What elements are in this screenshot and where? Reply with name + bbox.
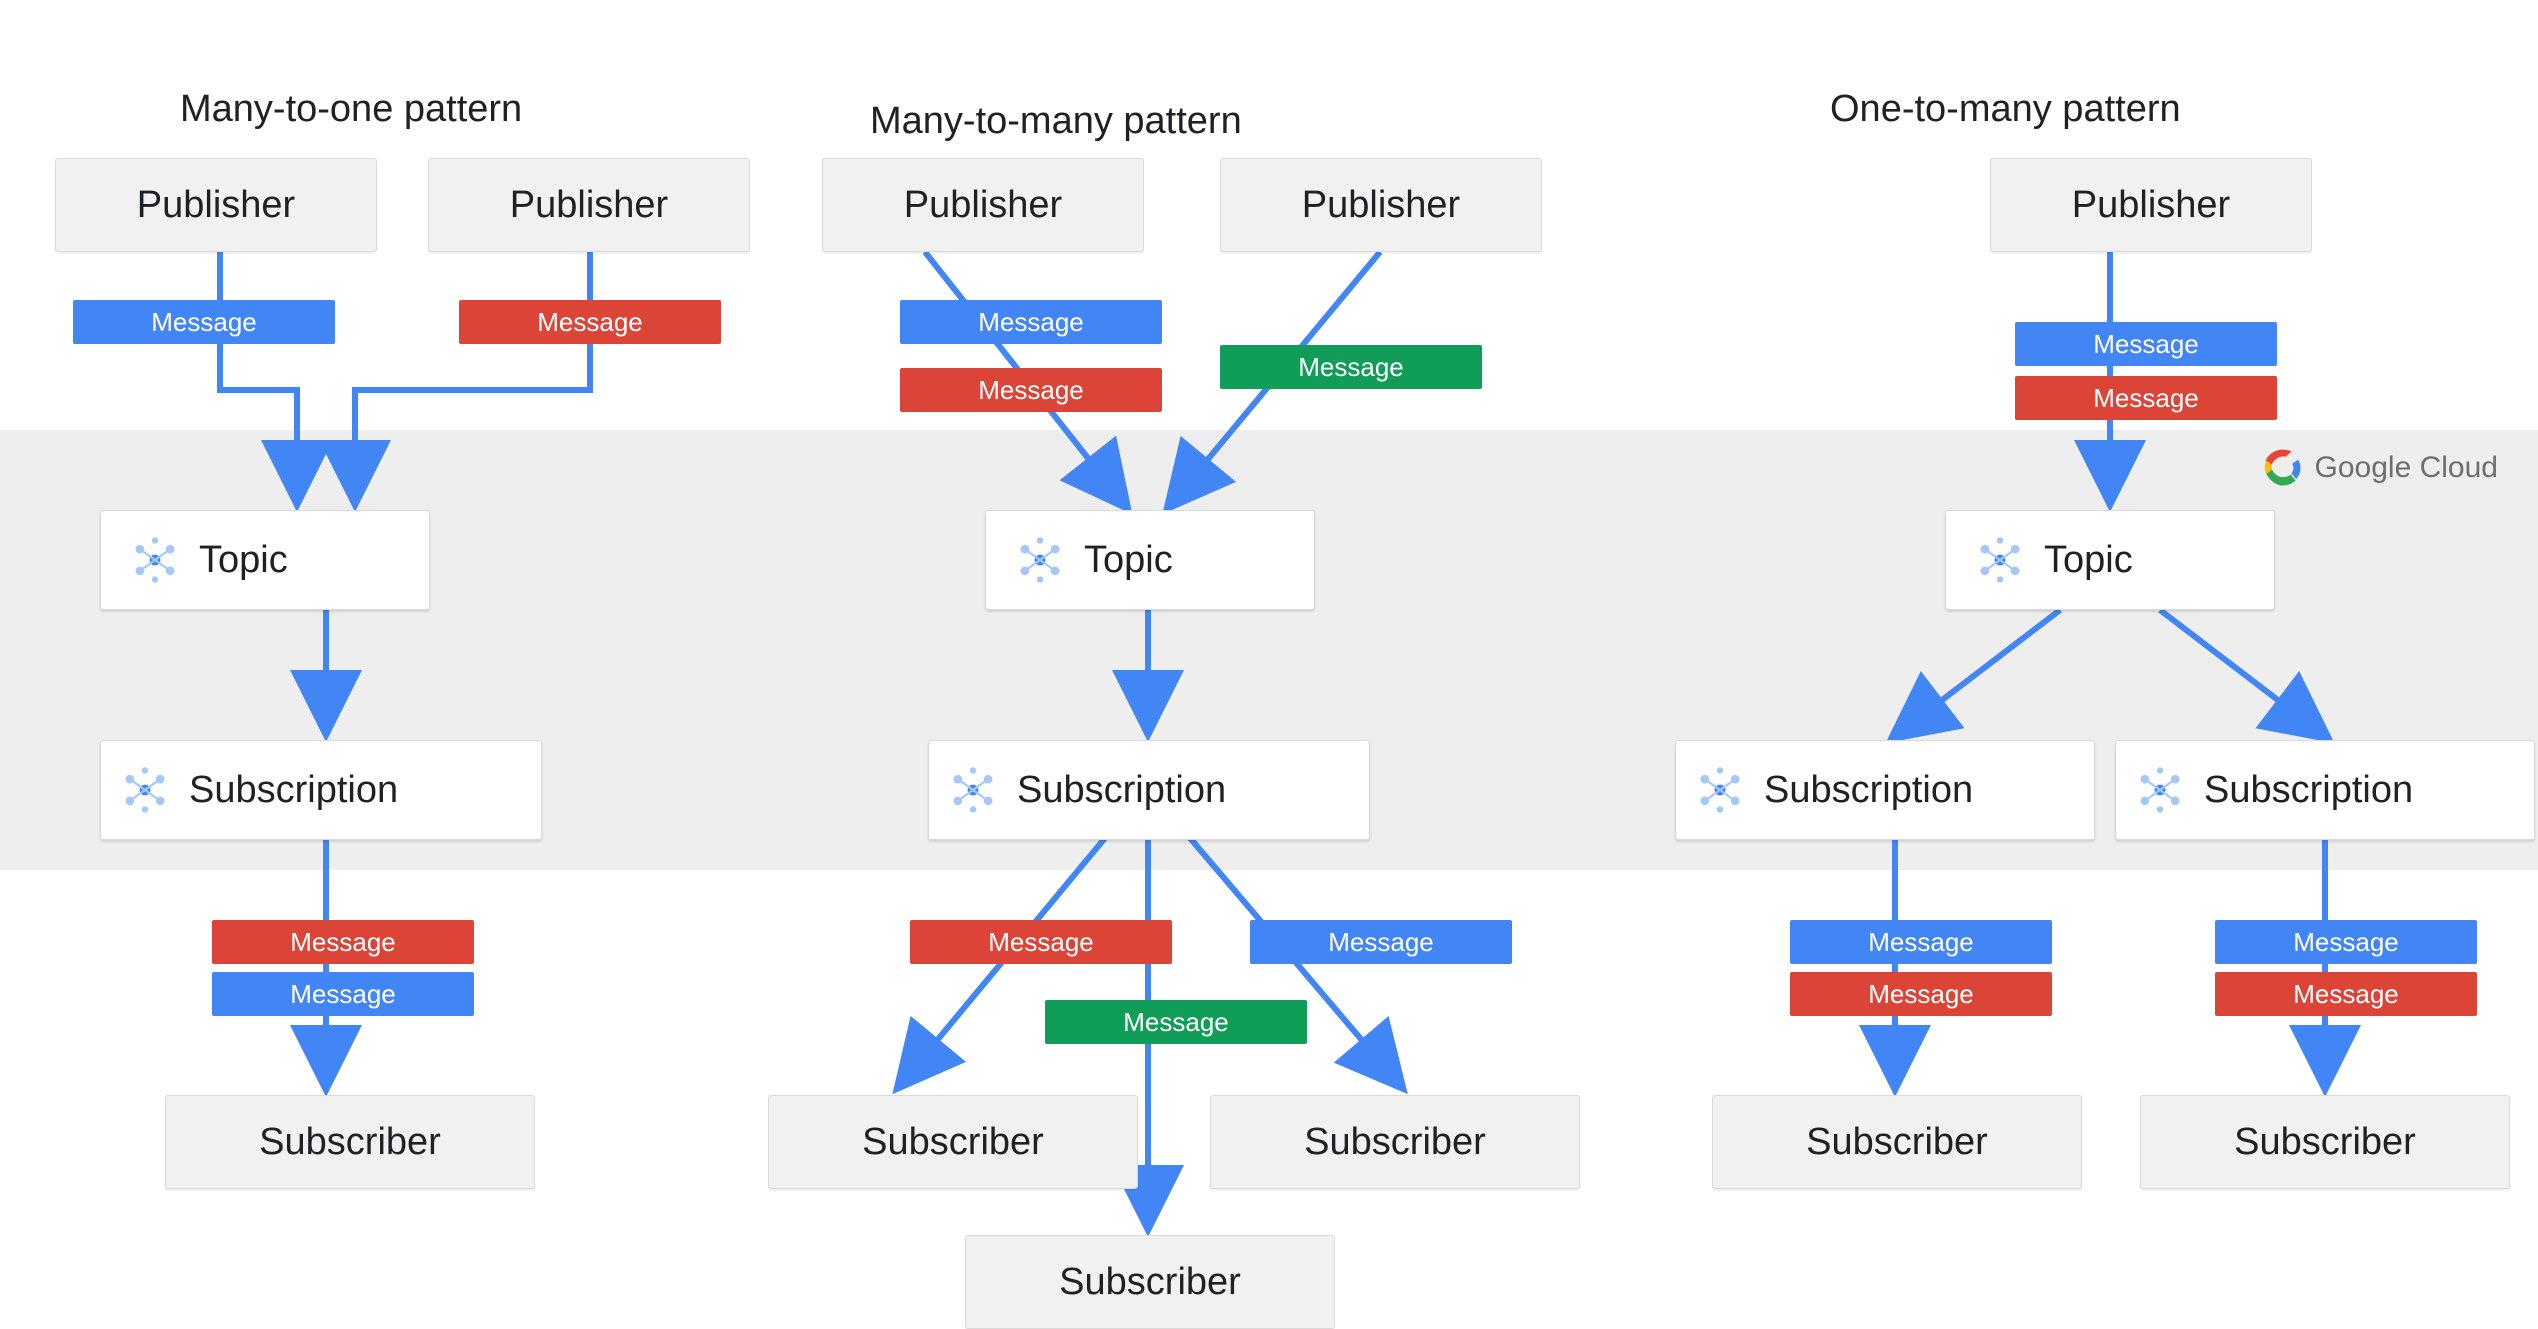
google-cloud-icon — [2263, 448, 2303, 488]
google-cloud-label: Google Cloud — [2315, 451, 2498, 485]
pubsub-icon — [1974, 534, 2026, 586]
message-badge-blue: Message — [1790, 920, 2052, 964]
message-badge-blue: Message — [1250, 920, 1512, 964]
subscriber-box: Subscriber — [2140, 1095, 2510, 1189]
message-badge-blue: Message — [2015, 322, 2277, 366]
message-badge-green: Message — [1220, 345, 1482, 389]
message-badge-blue: Message — [2215, 920, 2477, 964]
message-badge-red: Message — [212, 920, 474, 964]
pubsub-icon — [2134, 764, 2186, 816]
topic-box: Topic — [100, 510, 430, 610]
message-badge-red: Message — [910, 920, 1172, 964]
publisher-box: Publisher — [1220, 158, 1542, 252]
subscriber-box: Subscriber — [768, 1095, 1138, 1189]
topic-box: Topic — [985, 510, 1315, 610]
publisher-box: Publisher — [1990, 158, 2312, 252]
google-cloud-logo: Google Cloud — [2263, 448, 2498, 488]
message-badge-red: Message — [2215, 972, 2477, 1016]
publisher-box: Publisher — [822, 158, 1144, 252]
pubsub-icon — [119, 764, 171, 816]
message-badge-blue: Message — [900, 300, 1162, 344]
message-badge-blue: Message — [73, 300, 335, 344]
subscription-box: Subscription — [2115, 740, 2535, 840]
message-badge-blue: Message — [212, 972, 474, 1016]
subscriber-box: Subscriber — [165, 1095, 535, 1189]
subscriber-box: Subscriber — [965, 1235, 1335, 1329]
pubsub-icon — [947, 764, 999, 816]
subscription-box: Subscription — [928, 740, 1370, 840]
subscriber-box: Subscriber — [1712, 1095, 2082, 1189]
title-one-to-many: One-to-many pattern — [1830, 88, 2181, 131]
message-badge-green: Message — [1045, 1000, 1307, 1044]
title-many-to-one: Many-to-one pattern — [180, 88, 522, 131]
pubsub-icon — [129, 534, 181, 586]
publisher-box: Publisher — [428, 158, 750, 252]
subscription-box: Subscription — [1675, 740, 2095, 840]
pubsub-icon — [1014, 534, 1066, 586]
pubsub-icon — [1694, 764, 1746, 816]
message-badge-red: Message — [1790, 972, 2052, 1016]
message-badge-red: Message — [459, 300, 721, 344]
subscription-box: Subscription — [100, 740, 542, 840]
message-badge-red: Message — [900, 368, 1162, 412]
subscriber-box: Subscriber — [1210, 1095, 1580, 1189]
title-many-to-many: Many-to-many pattern — [870, 100, 1242, 143]
message-badge-red: Message — [2015, 376, 2277, 420]
topic-box: Topic — [1945, 510, 2275, 610]
publisher-box: Publisher — [55, 158, 377, 252]
